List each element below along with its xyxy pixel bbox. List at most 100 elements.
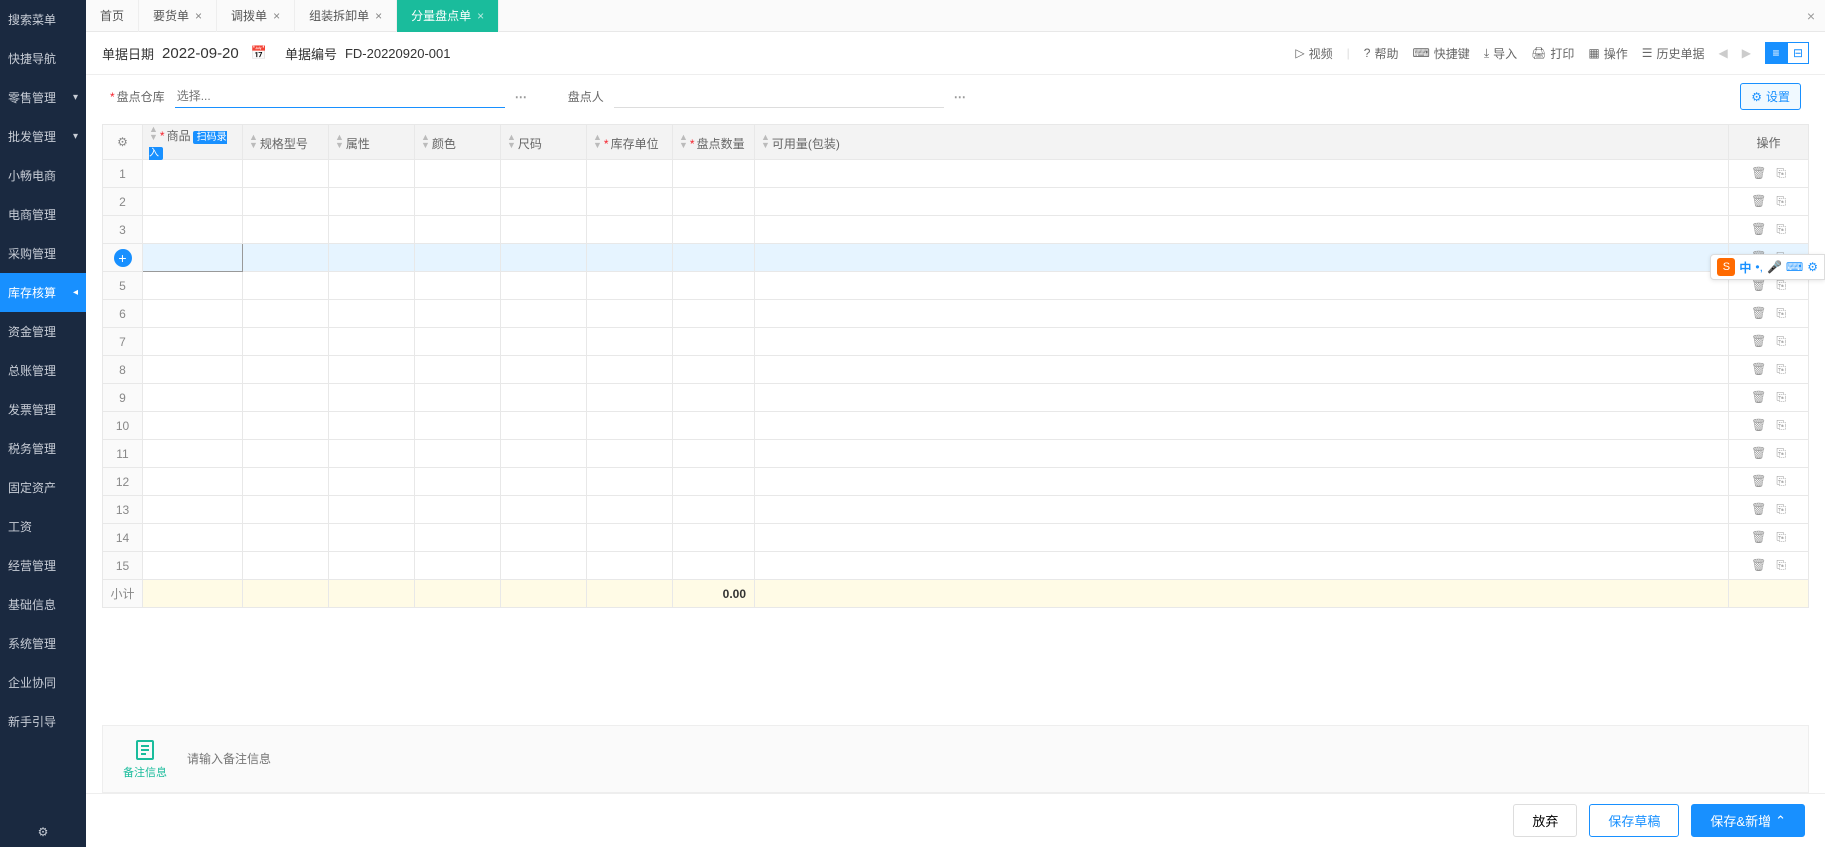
copy-icon[interactable]: ⎘	[1776, 194, 1786, 209]
warehouse-input[interactable]	[175, 85, 505, 108]
cell[interactable]	[673, 244, 755, 272]
cell[interactable]	[143, 216, 243, 244]
cell[interactable]	[143, 160, 243, 188]
cell[interactable]	[501, 244, 587, 272]
cell[interactable]	[415, 496, 501, 524]
delete-icon[interactable]: 🗑	[1751, 530, 1766, 545]
sidebar-item-13[interactable]: 工资	[0, 507, 86, 546]
cell[interactable]	[143, 356, 243, 384]
copy-icon[interactable]: ⎘	[1776, 390, 1786, 405]
col-avail[interactable]: ▲▼可用量(包装)	[755, 125, 1729, 160]
table-row[interactable]: +🗑⎘	[103, 244, 1809, 272]
cell[interactable]	[755, 412, 1729, 440]
shortcut-button[interactable]: ⌨快捷键	[1412, 45, 1469, 62]
next-button[interactable]: ▶	[1742, 46, 1751, 60]
cell[interactable]	[329, 496, 415, 524]
tab-1[interactable]: 要货单×	[139, 0, 217, 32]
cell[interactable]	[243, 384, 329, 412]
cell[interactable]	[143, 524, 243, 552]
cell[interactable]	[143, 496, 243, 524]
copy-icon[interactable]: ⎘	[1776, 166, 1786, 181]
tab-2[interactable]: 调拨单×	[217, 0, 295, 32]
cell[interactable]	[243, 356, 329, 384]
table-row[interactable]: 14🗑⎘	[103, 524, 1809, 552]
settings-button[interactable]: ⚙设置	[1740, 83, 1801, 110]
col-attr[interactable]: ▲▼属性	[329, 125, 415, 160]
copy-icon[interactable]: ⎘	[1776, 502, 1786, 517]
cell[interactable]	[243, 328, 329, 356]
cell[interactable]	[673, 356, 755, 384]
cell[interactable]	[501, 384, 587, 412]
cell[interactable]	[143, 244, 243, 272]
table-row[interactable]: 11🗑⎘	[103, 440, 1809, 468]
cell[interactable]	[501, 356, 587, 384]
cell[interactable]	[415, 524, 501, 552]
cell[interactable]	[243, 160, 329, 188]
cell[interactable]	[673, 160, 755, 188]
save-new-button[interactable]: 保存&新增⌃	[1691, 804, 1805, 837]
cell[interactable]	[415, 412, 501, 440]
cell[interactable]	[143, 328, 243, 356]
cell[interactable]	[415, 356, 501, 384]
cell[interactable]	[501, 188, 587, 216]
sidebar-item-8[interactable]: 资金管理	[0, 312, 86, 351]
cell[interactable]	[501, 440, 587, 468]
remark-input[interactable]	[181, 746, 1788, 772]
sidebar-item-6[interactable]: 采购管理	[0, 234, 86, 273]
cell[interactable]	[329, 552, 415, 580]
cell[interactable]	[673, 328, 755, 356]
sidebar-item-18[interactable]: 新手引导	[0, 702, 86, 741]
cell[interactable]	[501, 216, 587, 244]
table-row[interactable]: 3🗑⎘	[103, 216, 1809, 244]
cell[interactable]	[415, 188, 501, 216]
cell[interactable]	[329, 272, 415, 300]
sidebar-item-11[interactable]: 税务管理	[0, 429, 86, 468]
prev-button[interactable]: ◀	[1719, 46, 1728, 60]
cell[interactable]	[143, 412, 243, 440]
col-config[interactable]: ⚙	[103, 125, 143, 160]
counter-more[interactable]: ⋯	[954, 90, 967, 104]
cell[interactable]	[587, 328, 673, 356]
cell[interactable]	[415, 440, 501, 468]
cell[interactable]	[755, 496, 1729, 524]
sidebar-item-2[interactable]: 零售管理▾	[0, 78, 86, 117]
ime-lang[interactable]: 中	[1739, 259, 1751, 276]
calendar-icon[interactable]: 📅	[251, 45, 267, 61]
sidebar-item-9[interactable]: 总账管理	[0, 351, 86, 390]
cell[interactable]	[415, 384, 501, 412]
cell[interactable]	[143, 468, 243, 496]
cell[interactable]	[415, 328, 501, 356]
delete-icon[interactable]: 🗑	[1751, 390, 1766, 405]
cell[interactable]	[755, 300, 1729, 328]
cell[interactable]	[143, 272, 243, 300]
close-icon[interactable]: ×	[273, 9, 280, 23]
copy-icon[interactable]: ⎘	[1776, 362, 1786, 377]
cell[interactable]	[673, 300, 755, 328]
ime-toolbar[interactable]: S 中 •, 🎤 ⌨ ⚙	[1710, 254, 1825, 280]
cell[interactable]	[755, 160, 1729, 188]
cell[interactable]	[587, 216, 673, 244]
cell[interactable]	[243, 272, 329, 300]
view-detail[interactable]: ⊟	[1787, 42, 1809, 64]
delete-icon[interactable]: 🗑	[1751, 362, 1766, 377]
cell[interactable]	[587, 272, 673, 300]
cell[interactable]	[587, 552, 673, 580]
sidebar-item-10[interactable]: 发票管理	[0, 390, 86, 429]
delete-icon[interactable]: 🗑	[1751, 278, 1766, 293]
cell[interactable]	[755, 272, 1729, 300]
sidebar-item-17[interactable]: 企业协同	[0, 663, 86, 702]
cell[interactable]	[329, 160, 415, 188]
table-row[interactable]: 9🗑⎘	[103, 384, 1809, 412]
delete-icon[interactable]: 🗑	[1751, 334, 1766, 349]
cell[interactable]	[673, 496, 755, 524]
view-list[interactable]: ≡	[1765, 42, 1787, 64]
cell[interactable]	[673, 524, 755, 552]
ime-keyboard-icon[interactable]: ⌨	[1786, 260, 1803, 274]
cell[interactable]	[329, 188, 415, 216]
cell[interactable]	[329, 328, 415, 356]
cell[interactable]	[755, 244, 1729, 272]
cell[interactable]	[143, 552, 243, 580]
cell[interactable]	[415, 552, 501, 580]
cell[interactable]	[243, 412, 329, 440]
sidebar-item-16[interactable]: 系统管理	[0, 624, 86, 663]
